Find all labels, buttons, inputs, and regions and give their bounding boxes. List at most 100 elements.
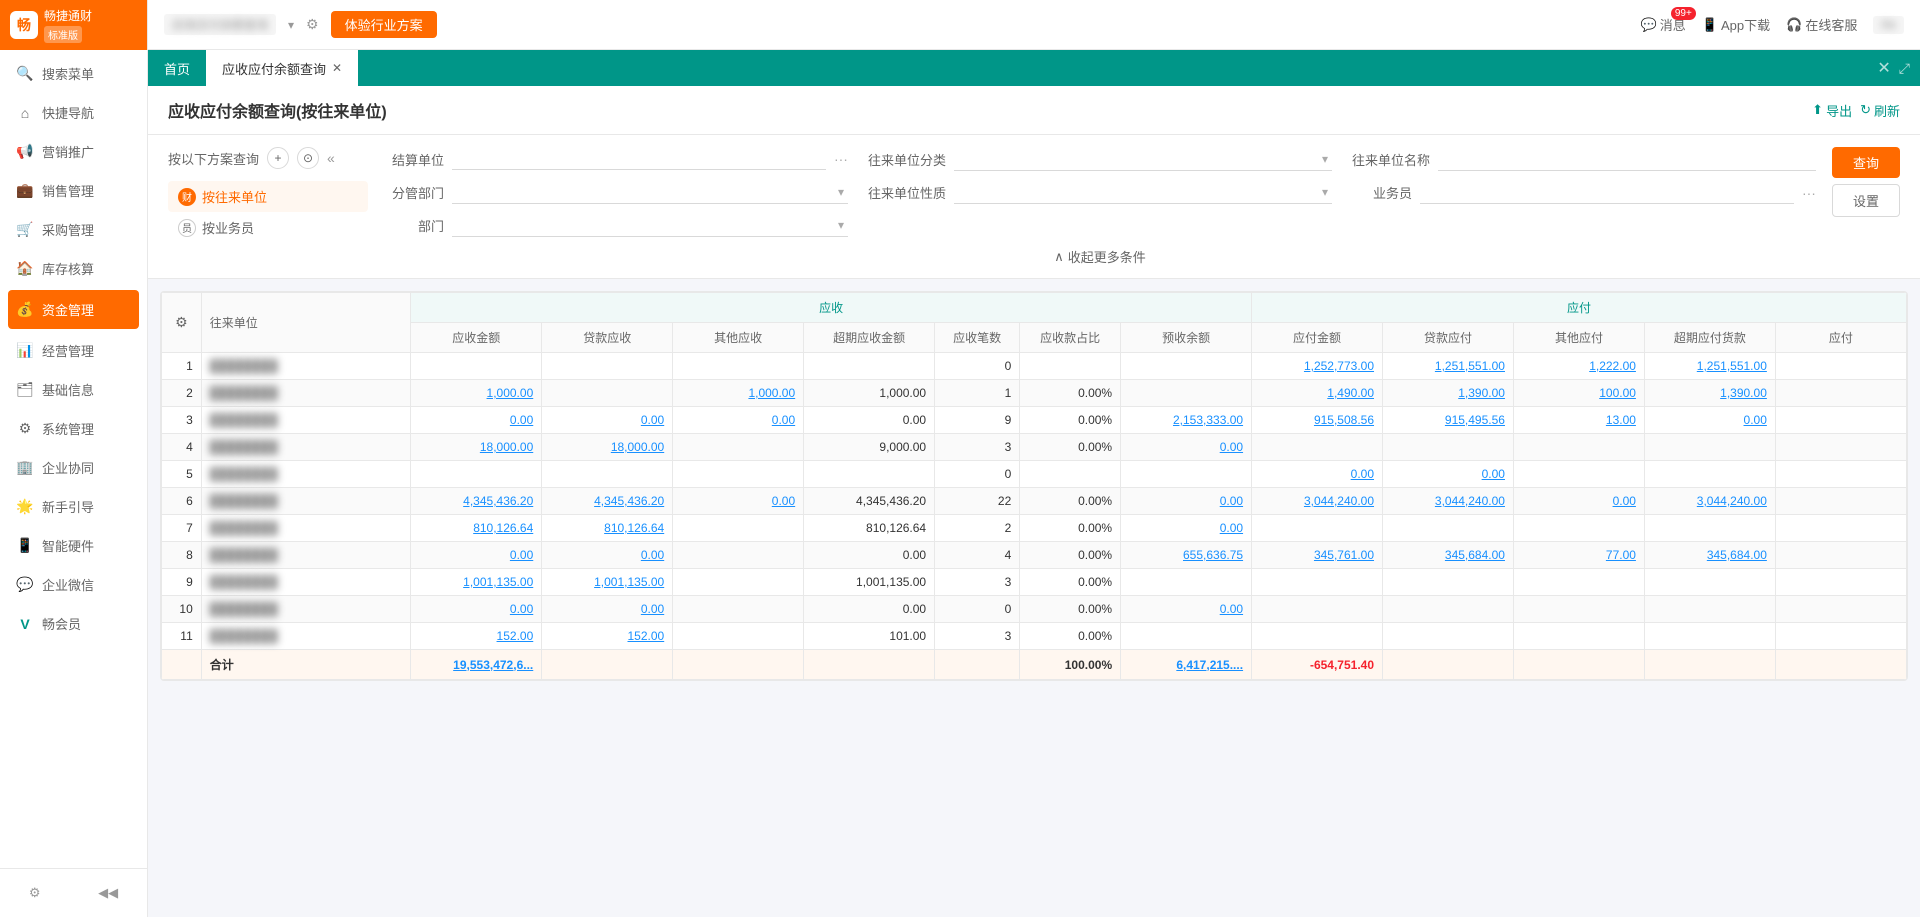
topbar-breadcrumb: 应收应付余额查询 xyxy=(164,14,276,35)
query-button[interactable]: 查询 xyxy=(1832,147,1900,178)
table-row: 6████████4,345,436.204,345,436.200.004,3… xyxy=(162,488,1907,515)
tab-home[interactable]: 首页 xyxy=(148,50,206,86)
th-ar-amount: 应收金额 xyxy=(411,323,542,353)
partner-name-input[interactable] xyxy=(1438,147,1816,171)
export-button[interactable]: ⬆ 导出 xyxy=(1812,101,1852,120)
sidebar-item-search-menu[interactable]: 🔍 搜索菜单 xyxy=(0,54,147,93)
table-row: 8████████0.000.000.0040.00%655,636.75345… xyxy=(162,542,1907,569)
settings-bottom-btn[interactable]: ⚙ xyxy=(17,877,53,909)
sidebar-item-system[interactable]: ⚙ 系统管理 xyxy=(0,409,147,448)
logo-text: 畅捷通财 标准版 xyxy=(44,7,92,43)
sidebar-item-purchase[interactable]: 🛒 采购管理 xyxy=(0,210,147,249)
topbar-right: 💬 消息 99+ 📱 App下载 🎧 在线客服 Rit xyxy=(1641,15,1904,34)
sidebar-item-sales[interactable]: 💼 销售管理 xyxy=(0,171,147,210)
filter-section: 按以下方案查询 + ⊙ « 财 按往来单位 员 按业务员 xyxy=(148,135,1920,279)
filter-field-partner-category: 往来单位分类 ▾ xyxy=(868,148,1332,171)
th-ar-count: 应收笔数 xyxy=(935,323,1020,353)
sidebar-item-basic[interactable]: 🗂 基础信息 xyxy=(0,370,147,409)
refresh-icon: ↻ xyxy=(1860,102,1871,118)
dept-select[interactable]: ▾ xyxy=(452,181,848,204)
settlement-input[interactable] xyxy=(452,148,826,170)
tab-ar-ap-query[interactable]: 应收应付余额查询 ✕ xyxy=(206,50,358,86)
department-select[interactable]: ▾ xyxy=(452,214,848,237)
th-ar-pct: 应收款占比 xyxy=(1020,323,1121,353)
finance-icon: 💰 xyxy=(16,301,34,318)
th-ap-amount: 应付金额 xyxy=(1252,323,1383,353)
tabbar-expand-btn[interactable]: ⤢ xyxy=(1899,60,1910,77)
salesperson-dots-btn[interactable]: ··· xyxy=(1802,185,1816,201)
footer-ar-amount[interactable]: 19,553,472,6... xyxy=(411,650,542,680)
filter-option-employee-icon: 员 xyxy=(178,219,196,237)
tabbar-close-all-btn[interactable]: ✕ xyxy=(1877,58,1890,78)
table-row: 2████████1,000.001,000.001,000.0010.00%1… xyxy=(162,380,1907,407)
th-partner: 往来单位 xyxy=(201,293,411,353)
table-row: 7████████810,126.64810,126.64810,126.642… xyxy=(162,515,1907,542)
sidebar-item-marketing[interactable]: 📢 营销推广 xyxy=(0,132,147,171)
th-receivable-group: 应收 xyxy=(411,293,1252,323)
main-content: 应收应付余额查询(按往来单位) ⬆ 导出 ↻ 刷新 按以下方案查询 + ⊙ « xyxy=(148,86,1920,917)
table-settings-icon[interactable]: ⚙ xyxy=(175,314,188,330)
page-actions: ⬆ 导出 ↻ 刷新 xyxy=(1812,101,1900,120)
filter-field-department: 部门 ▾ xyxy=(384,214,848,237)
app-download-button[interactable]: 📱 App下载 xyxy=(1702,15,1770,34)
salesperson-input[interactable] xyxy=(1420,182,1794,204)
filter-option-by-partner[interactable]: 财 按往来单位 xyxy=(168,181,368,212)
table-row: 3████████0.000.000.000.0090.00%2,153,333… xyxy=(162,407,1907,434)
th-ap-loan: 贷款应付 xyxy=(1383,323,1514,353)
data-table: ⚙ 往来单位 应收 应付 应收金额 贷款应收 其他应收 超期应收金额 应收笔数 … xyxy=(161,292,1907,680)
sidebar-item-quick-nav[interactable]: ⌂ 快捷导航 xyxy=(0,93,147,132)
footer-ap-amount: -654,751.40 xyxy=(1252,650,1383,680)
filter-collapse-more-btn[interactable]: ∧ 收起更多条件 xyxy=(384,247,1816,266)
online-service-button[interactable]: 🎧 在线客服 xyxy=(1786,15,1857,34)
guide-icon: 🌟 xyxy=(16,498,34,515)
sidebar-item-guide[interactable]: 🌟 新手引导 xyxy=(0,487,147,526)
filter-setting-button[interactable]: 设置 xyxy=(1832,184,1900,217)
filter-add-btn[interactable]: + xyxy=(267,147,289,169)
filter-option-by-employee[interactable]: 员 按业务员 xyxy=(168,212,368,243)
user-info[interactable]: Rit xyxy=(1873,16,1904,34)
sidebar-item-finance[interactable]: 💰 资金管理 xyxy=(8,290,139,329)
sidebar-logo: 畅 畅捷通财 标准版 xyxy=(0,0,147,50)
sidebar: 畅 畅捷通财 标准版 🔍 搜索菜单 ⌂ 快捷导航 📢 营销推广 💼 销售管理 🛒… xyxy=(0,0,148,917)
th-ar-advance: 预收余额 xyxy=(1121,323,1252,353)
refresh-button[interactable]: ↻ 刷新 xyxy=(1860,101,1900,120)
filter-label: 按以下方案查询 xyxy=(168,149,259,168)
topbar-dropdown-btn[interactable]: ▾ xyxy=(288,18,294,32)
footer-ar-advance[interactable]: 6,417,215.... xyxy=(1121,650,1252,680)
partner-nature-chevron: ▾ xyxy=(1322,185,1328,199)
query-buttons: 查询 设置 xyxy=(1832,147,1900,217)
sidebar-bottom: ⚙ ◀◀ xyxy=(0,868,147,917)
filter-option-partner-icon: 财 xyxy=(178,188,196,206)
quick-nav-icon: ⌂ xyxy=(16,105,34,121)
th-settings: ⚙ xyxy=(162,293,202,353)
filter-field-partner-name: 往来单位名称 xyxy=(1352,147,1816,171)
message-button[interactable]: 💬 消息 99+ xyxy=(1641,15,1686,34)
page-title: 应收应付余额查询(按往来单位) xyxy=(168,98,387,122)
promo-button[interactable]: 体验行业方案 xyxy=(331,11,437,38)
sidebar-item-enterprise[interactable]: 🏢 企业协同 xyxy=(0,448,147,487)
sidebar-item-inventory[interactable]: 🏠 库存核算 xyxy=(0,249,147,288)
table-row: 5████████00.000.00 xyxy=(162,461,1907,488)
sidebar-item-management[interactable]: 📊 经营管理 xyxy=(0,331,147,370)
export-icon: ⬆ xyxy=(1812,102,1823,118)
partner-nature-select[interactable]: ▾ xyxy=(954,181,1332,204)
tab-close-btn[interactable]: ✕ xyxy=(332,61,342,75)
filter-collapse-btn[interactable]: « xyxy=(327,150,335,166)
tabbar-right: ✕ ⤢ xyxy=(1877,50,1920,86)
partner-category-select[interactable]: ▾ xyxy=(954,148,1332,171)
th-ar-overdue: 超期应收金额 xyxy=(804,323,935,353)
filter-setting-btn[interactable]: ⊙ xyxy=(297,147,319,169)
sidebar-item-member[interactable]: V 畅会员 xyxy=(0,604,147,643)
filter-top: 按以下方案查询 + ⊙ « xyxy=(168,147,368,169)
collapse-sidebar-btn[interactable]: ◀◀ xyxy=(86,877,130,909)
settlement-dots-btn[interactable]: ··· xyxy=(834,151,848,167)
footer-ar-pct: 100.00% xyxy=(1020,650,1121,680)
marketing-icon: 📢 xyxy=(16,143,34,160)
table-row: 1████████01,252,773.001,251,551.001,222.… xyxy=(162,353,1907,380)
sidebar-item-hardware[interactable]: 📱 智能硬件 xyxy=(0,526,147,565)
footer-label: 合计 xyxy=(201,650,411,680)
table-container: ⚙ 往来单位 应收 应付 应收金额 贷款应收 其他应收 超期应收金额 应收笔数 … xyxy=(160,291,1908,681)
topbar-gear-btn[interactable]: ⚙ xyxy=(306,16,319,33)
department-chevron: ▾ xyxy=(838,218,844,232)
sidebar-item-wechat[interactable]: 💬 企业微信 xyxy=(0,565,147,604)
